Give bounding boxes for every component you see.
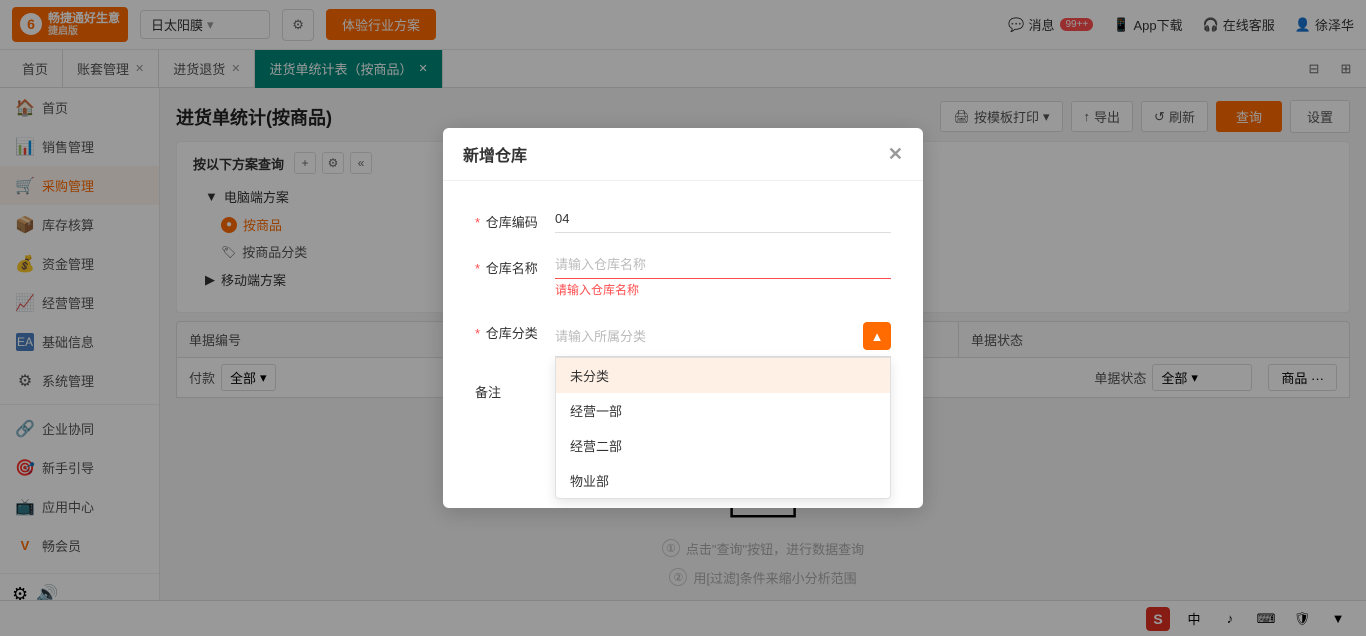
modal-header: 新增仓库 ✕: [443, 128, 923, 181]
modal-body: * 仓库编码 * 仓库名称 请输入仓库名称: [443, 181, 923, 444]
category-toggle-button[interactable]: ▲: [863, 322, 891, 350]
category-field: ▲ 未分类 经营一部 经营二部 物业部: [555, 316, 891, 357]
category-dropdown: 未分类 经营一部 经营二部 物业部: [555, 357, 891, 499]
code-field: [555, 205, 891, 233]
name-error-msg: 请输入仓库名称: [555, 281, 891, 298]
modal-overlay[interactable]: 新增仓库 ✕ * 仓库编码 * 仓库名称: [0, 0, 1366, 636]
category-input[interactable]: [555, 329, 863, 344]
dropdown-item-0[interactable]: 未分类: [556, 358, 890, 393]
category-input-row: ▲: [555, 316, 891, 357]
dropdown-item-1[interactable]: 经营一部: [556, 393, 890, 428]
modal-title: 新增仓库: [463, 142, 527, 166]
name-field: 请输入仓库名称: [555, 251, 891, 298]
notes-label: 备注: [475, 375, 555, 401]
modal-add-warehouse: 新增仓库 ✕ * 仓库编码 * 仓库名称: [443, 128, 923, 508]
name-label: * 仓库名称: [475, 251, 555, 277]
form-row-code: * 仓库编码: [475, 205, 891, 233]
code-input[interactable]: [555, 205, 891, 233]
code-label: * 仓库编码: [475, 205, 555, 231]
form-row-category: * 仓库分类 ▲ 未分类 经营一部 经营二部 物业部: [475, 316, 891, 357]
dropdown-item-2[interactable]: 经营二部: [556, 428, 890, 463]
name-input[interactable]: [555, 251, 891, 279]
form-row-name: * 仓库名称 请输入仓库名称: [475, 251, 891, 298]
modal-close-button[interactable]: ✕: [888, 144, 903, 165]
category-label: * 仓库分类: [475, 316, 555, 342]
dropdown-item-3[interactable]: 物业部: [556, 463, 890, 498]
